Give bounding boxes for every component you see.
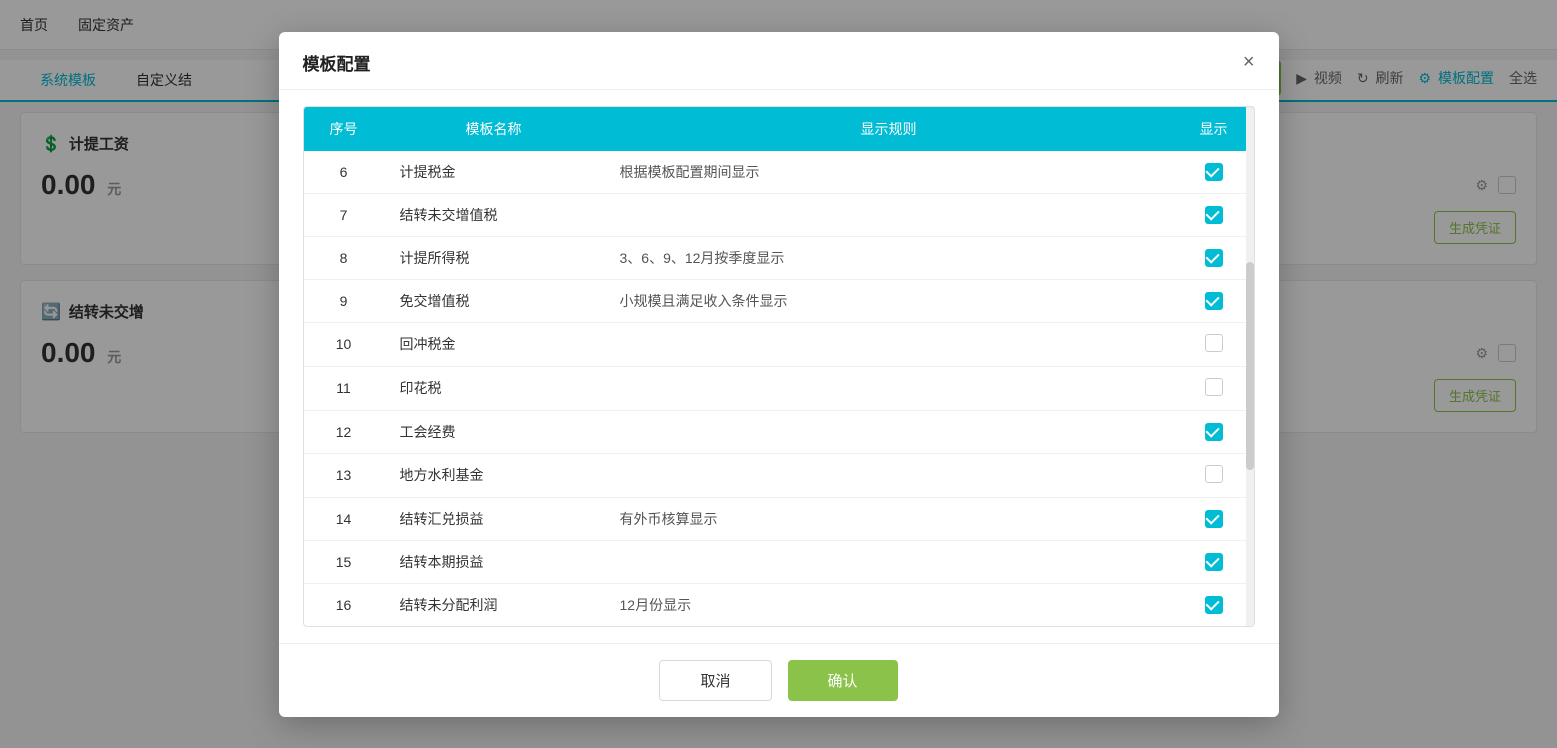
table-row: 9免交增值税小规模且满足收入条件显示 bbox=[304, 279, 1254, 322]
cell-check bbox=[1174, 497, 1254, 540]
scrollbar-track[interactable] bbox=[1246, 107, 1254, 626]
cell-check bbox=[1174, 193, 1254, 236]
cell-rule bbox=[604, 453, 1174, 497]
cell-name: 回冲税金 bbox=[384, 322, 604, 366]
cell-check bbox=[1174, 583, 1254, 626]
cell-rule: 小规模且满足收入条件显示 bbox=[604, 279, 1174, 322]
cell-check bbox=[1174, 236, 1254, 279]
cell-check bbox=[1174, 540, 1254, 583]
cell-name: 免交增值税 bbox=[384, 279, 604, 322]
cell-seq: 9 bbox=[304, 279, 384, 322]
cell-check bbox=[1174, 366, 1254, 410]
cell-check bbox=[1174, 151, 1254, 194]
cell-seq: 6 bbox=[304, 151, 384, 194]
modal-close-button[interactable]: × bbox=[1243, 52, 1255, 72]
cell-name: 结转汇兑损益 bbox=[384, 497, 604, 540]
cell-seq: 10 bbox=[304, 322, 384, 366]
confirm-button[interactable]: 确认 bbox=[788, 660, 898, 701]
col-seq: 序号 bbox=[304, 107, 384, 151]
template-config-modal: 模板配置 × 序号 模板名称 显示规则 显示 6计提税金根据模板配置期间显示7结… bbox=[279, 32, 1279, 717]
table-row: 12工会经费 bbox=[304, 410, 1254, 453]
cell-name: 计提税金 bbox=[384, 151, 604, 194]
cell-check bbox=[1174, 410, 1254, 453]
cell-seq: 11 bbox=[304, 366, 384, 410]
cell-seq: 14 bbox=[304, 497, 384, 540]
cell-rule: 3、6、9、12月按季度显示 bbox=[604, 236, 1174, 279]
checkbox-unchecked[interactable] bbox=[1205, 378, 1223, 396]
cell-check bbox=[1174, 322, 1254, 366]
modal-overlay: 模板配置 × 序号 模板名称 显示规则 显示 6计提税金根据模板配置期间显示7结… bbox=[0, 0, 1557, 748]
modal-body: 序号 模板名称 显示规则 显示 6计提税金根据模板配置期间显示7结转未交增值税8… bbox=[279, 90, 1279, 643]
col-rule: 显示规则 bbox=[604, 107, 1174, 151]
template-table: 序号 模板名称 显示规则 显示 6计提税金根据模板配置期间显示7结转未交增值税8… bbox=[304, 107, 1254, 626]
table-row: 11印花税 bbox=[304, 366, 1254, 410]
table-row: 6计提税金根据模板配置期间显示 bbox=[304, 151, 1254, 194]
col-name: 模板名称 bbox=[384, 107, 604, 151]
modal-table-wrap: 序号 模板名称 显示规则 显示 6计提税金根据模板配置期间显示7结转未交增值税8… bbox=[303, 106, 1255, 627]
table-row: 10回冲税金 bbox=[304, 322, 1254, 366]
checkbox-checked[interactable] bbox=[1205, 423, 1223, 441]
cell-seq: 15 bbox=[304, 540, 384, 583]
table-row: 16结转未分配利润12月份显示 bbox=[304, 583, 1254, 626]
cancel-button[interactable]: 取消 bbox=[659, 660, 771, 701]
scrollbar-thumb[interactable] bbox=[1246, 262, 1254, 470]
cell-seq: 13 bbox=[304, 453, 384, 497]
checkbox-checked[interactable] bbox=[1205, 553, 1223, 571]
cell-name: 结转未分配利润 bbox=[384, 583, 604, 626]
checkbox-unchecked[interactable] bbox=[1205, 465, 1223, 483]
checkbox-checked[interactable] bbox=[1205, 206, 1223, 224]
cell-seq: 7 bbox=[304, 193, 384, 236]
checkbox-checked[interactable] bbox=[1205, 510, 1223, 528]
cell-seq: 16 bbox=[304, 583, 384, 626]
modal-footer: 取消 确认 bbox=[279, 643, 1279, 717]
cell-rule: 根据模板配置期间显示 bbox=[604, 151, 1174, 194]
table-row: 15结转本期损益 bbox=[304, 540, 1254, 583]
cell-rule bbox=[604, 322, 1174, 366]
table-row: 7结转未交增值税 bbox=[304, 193, 1254, 236]
cell-name: 计提所得税 bbox=[384, 236, 604, 279]
cell-name: 工会经费 bbox=[384, 410, 604, 453]
table-header-row: 序号 模板名称 显示规则 显示 bbox=[304, 107, 1254, 151]
checkbox-unchecked[interactable] bbox=[1205, 334, 1223, 352]
cell-name: 地方水利基金 bbox=[384, 453, 604, 497]
cell-name: 结转本期损益 bbox=[384, 540, 604, 583]
checkbox-checked[interactable] bbox=[1205, 249, 1223, 267]
col-show: 显示 bbox=[1174, 107, 1254, 151]
table-row: 14结转汇兑损益有外币核算显示 bbox=[304, 497, 1254, 540]
cell-seq: 8 bbox=[304, 236, 384, 279]
table-row: 8计提所得税3、6、9、12月按季度显示 bbox=[304, 236, 1254, 279]
cell-check bbox=[1174, 453, 1254, 497]
cell-rule: 12月份显示 bbox=[604, 583, 1174, 626]
checkbox-checked[interactable] bbox=[1205, 292, 1223, 310]
cell-rule bbox=[604, 193, 1174, 236]
modal-header: 模板配置 × bbox=[279, 32, 1279, 90]
cell-rule bbox=[604, 540, 1174, 583]
cell-name: 结转未交增值税 bbox=[384, 193, 604, 236]
checkbox-checked[interactable] bbox=[1205, 596, 1223, 614]
cell-seq: 12 bbox=[304, 410, 384, 453]
cell-name: 印花税 bbox=[384, 366, 604, 410]
cell-rule bbox=[604, 366, 1174, 410]
cell-rule: 有外币核算显示 bbox=[604, 497, 1174, 540]
cell-rule bbox=[604, 410, 1174, 453]
cell-check bbox=[1174, 279, 1254, 322]
modal-title: 模板配置 bbox=[303, 50, 371, 75]
table-row: 13地方水利基金 bbox=[304, 453, 1254, 497]
checkbox-checked[interactable] bbox=[1205, 163, 1223, 181]
